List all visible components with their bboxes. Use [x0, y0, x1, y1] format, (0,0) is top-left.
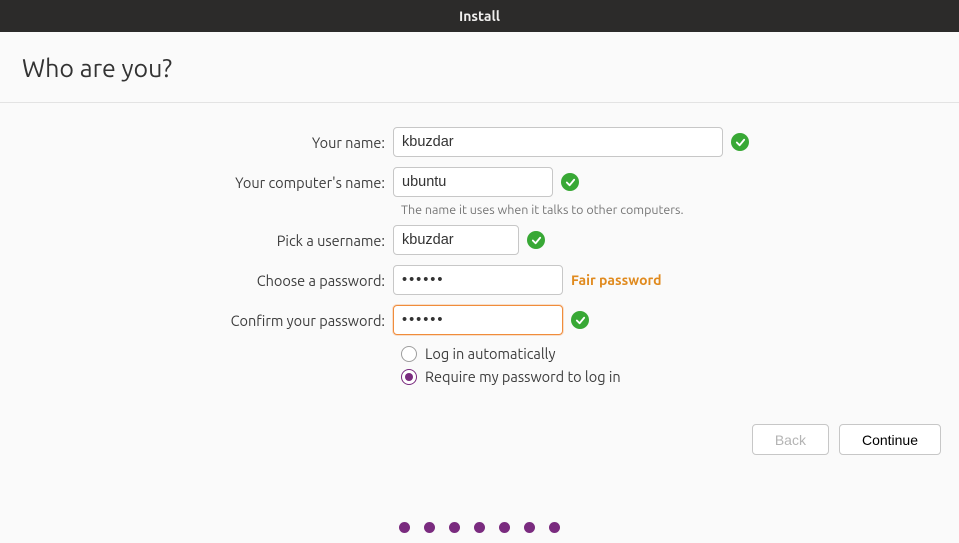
check-icon [571, 311, 589, 329]
computer-label: Your computer's name: [0, 174, 393, 191]
name-input[interactable] [393, 127, 723, 157]
continue-button[interactable]: Continue [839, 424, 941, 455]
row-confirm: Confirm your password: [0, 305, 959, 335]
radio-auto-login[interactable]: Log in automatically [401, 345, 959, 362]
titlebar: Install [0, 0, 959, 32]
radio-require-password[interactable]: Require my password to log in [401, 368, 959, 385]
check-icon [527, 231, 545, 249]
progress-dot [524, 522, 535, 533]
progress-dot [549, 522, 560, 533]
password-input[interactable] [393, 265, 563, 295]
window-title: Install [459, 8, 500, 24]
row-computer: Your computer's name: [0, 167, 959, 197]
password-strength: Fair password [571, 272, 662, 288]
user-form: Your name: Your computer's name: The nam… [0, 103, 959, 385]
check-icon [731, 133, 749, 151]
username-label: Pick a username: [0, 232, 393, 249]
progress-dot [449, 522, 460, 533]
username-input[interactable] [393, 225, 519, 255]
progress-dot [424, 522, 435, 533]
back-button[interactable]: Back [752, 424, 829, 455]
confirm-label: Confirm your password: [0, 312, 393, 329]
radio-icon [401, 369, 417, 385]
radio-auto-label: Log in automatically [425, 345, 555, 362]
progress-dot [399, 522, 410, 533]
page-title: Who are you? [0, 32, 959, 103]
progress-indicator [0, 522, 959, 533]
computer-hint: The name it uses when it talks to other … [0, 201, 959, 225]
radio-require-label: Require my password to log in [425, 368, 621, 385]
check-icon [561, 173, 579, 191]
radio-icon [401, 346, 417, 362]
confirm-password-input[interactable] [393, 305, 563, 335]
row-password: Choose a password: Fair password [0, 265, 959, 295]
row-name: Your name: [0, 127, 959, 157]
login-options: Log in automatically Require my password… [0, 345, 959, 385]
row-username: Pick a username: [0, 225, 959, 255]
computer-name-input[interactable] [393, 167, 553, 197]
name-label: Your name: [0, 134, 393, 151]
progress-dot [474, 522, 485, 533]
nav-buttons: Back Continue [752, 424, 941, 455]
password-label: Choose a password: [0, 272, 393, 289]
progress-dot [499, 522, 510, 533]
